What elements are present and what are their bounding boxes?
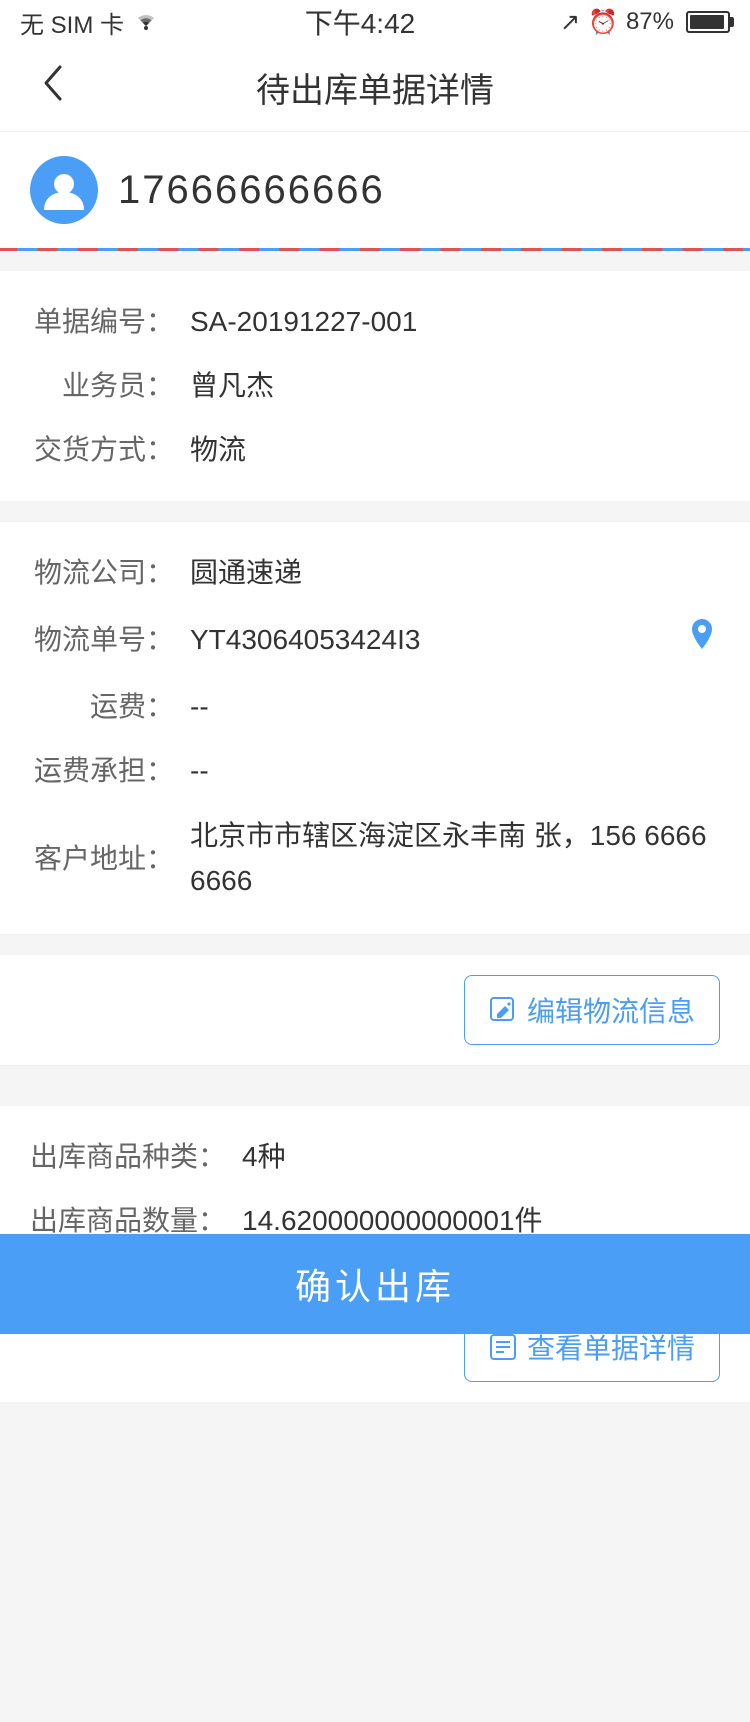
goods-types-row: 出库商品种类： 4种 [30, 1136, 720, 1178]
nav-bar: 待出库单据详情 [0, 44, 750, 132]
logistics-company-value: 圆通速递 [190, 552, 720, 594]
status-bar: 无 SIM 卡 下午4:42 ↗ ⏰ 87% [0, 0, 750, 44]
logistics-freight-label: 运费： [30, 686, 190, 728]
customer-phone: 17666666666 [118, 168, 385, 213]
edit-btn-row: 编辑物流信息 [0, 955, 750, 1066]
goods-types-value: 4种 [242, 1136, 720, 1178]
alarm-icon: ⏰ [588, 8, 618, 37]
status-left: 无 SIM 卡 [20, 5, 160, 40]
battery-icon [686, 11, 730, 33]
edit-logistics-label: 编辑物流信息 [527, 990, 695, 1030]
confirm-btn-label: 确认出库 [295, 1266, 455, 1307]
sales-person-label: 业务员： [30, 365, 190, 407]
customer-header: 17666666666 [0, 132, 750, 251]
empty-space [0, 1402, 750, 1602]
logistics-section: 物流公司： 圆通速递 物流单号： YT43064053424I3 运费： -- … [0, 521, 750, 935]
logistics-company-label: 物流公司： [30, 552, 190, 594]
logistics-tracking-label: 物流单号： [30, 619, 190, 661]
tracking-location-icon[interactable] [684, 616, 720, 664]
logistics-freight-row: 运费： -- [30, 686, 720, 728]
logistics-freight-bearer-row: 运费承担： -- [30, 750, 720, 792]
logistics-tracking-value: YT43064053424I3 [190, 619, 668, 661]
back-button[interactable] [30, 53, 74, 122]
delivery-method-row: 交货方式： 物流 [30, 429, 720, 471]
status-right: ↗ ⏰ 87% [560, 8, 730, 37]
logistics-freight-bearer-value: -- [190, 750, 720, 792]
logistics-freight-bearer-label: 运费承担： [30, 750, 190, 792]
carrier-label: 无 SIM 卡 [20, 5, 124, 40]
delivery-method-value: 物流 [190, 429, 720, 471]
main-content: 17666666666 单据编号： SA-20191227-001 业务员： 曾… [0, 132, 750, 1722]
sales-person-value: 曾凡杰 [190, 365, 720, 407]
logistics-tracking-row: 物流单号： YT43064053424I3 [30, 616, 720, 664]
logistics-address-value: 北京市市辖区海淀区永丰南 张，156 6666 6666 [190, 814, 720, 904]
order-number-row: 单据编号： SA-20191227-001 [30, 301, 720, 343]
order-number-label: 单据编号： [30, 301, 190, 343]
separator1 [0, 1066, 750, 1086]
logistics-freight-value: -- [190, 686, 720, 728]
order-info-section: 单据编号： SA-20191227-001 业务员： 曾凡杰 交货方式： 物流 [0, 271, 750, 501]
logistics-address-label: 客户地址： [30, 838, 190, 880]
edit-logistics-button[interactable]: 编辑物流信息 [464, 975, 720, 1045]
logistics-company-row: 物流公司： 圆通速递 [30, 552, 720, 594]
avatar [30, 156, 98, 224]
status-time: 下午4:42 [305, 2, 416, 42]
logistics-address-row: 客户地址： 北京市市辖区海淀区永丰南 张，156 6666 6666 [30, 814, 720, 904]
delivery-method-label: 交货方式： [30, 429, 190, 471]
battery-percent: 87% [626, 8, 674, 36]
order-number-value: SA-20191227-001 [190, 301, 720, 343]
confirm-button[interactable]: 确认出库 [0, 1234, 750, 1334]
goods-types-label: 出库商品种类： [30, 1136, 242, 1178]
page-title: 待出库单据详情 [256, 63, 494, 112]
sales-person-row: 业务员： 曾凡杰 [30, 365, 720, 407]
location-status-icon: ↗ [560, 8, 580, 37]
wifi-icon [132, 8, 160, 37]
